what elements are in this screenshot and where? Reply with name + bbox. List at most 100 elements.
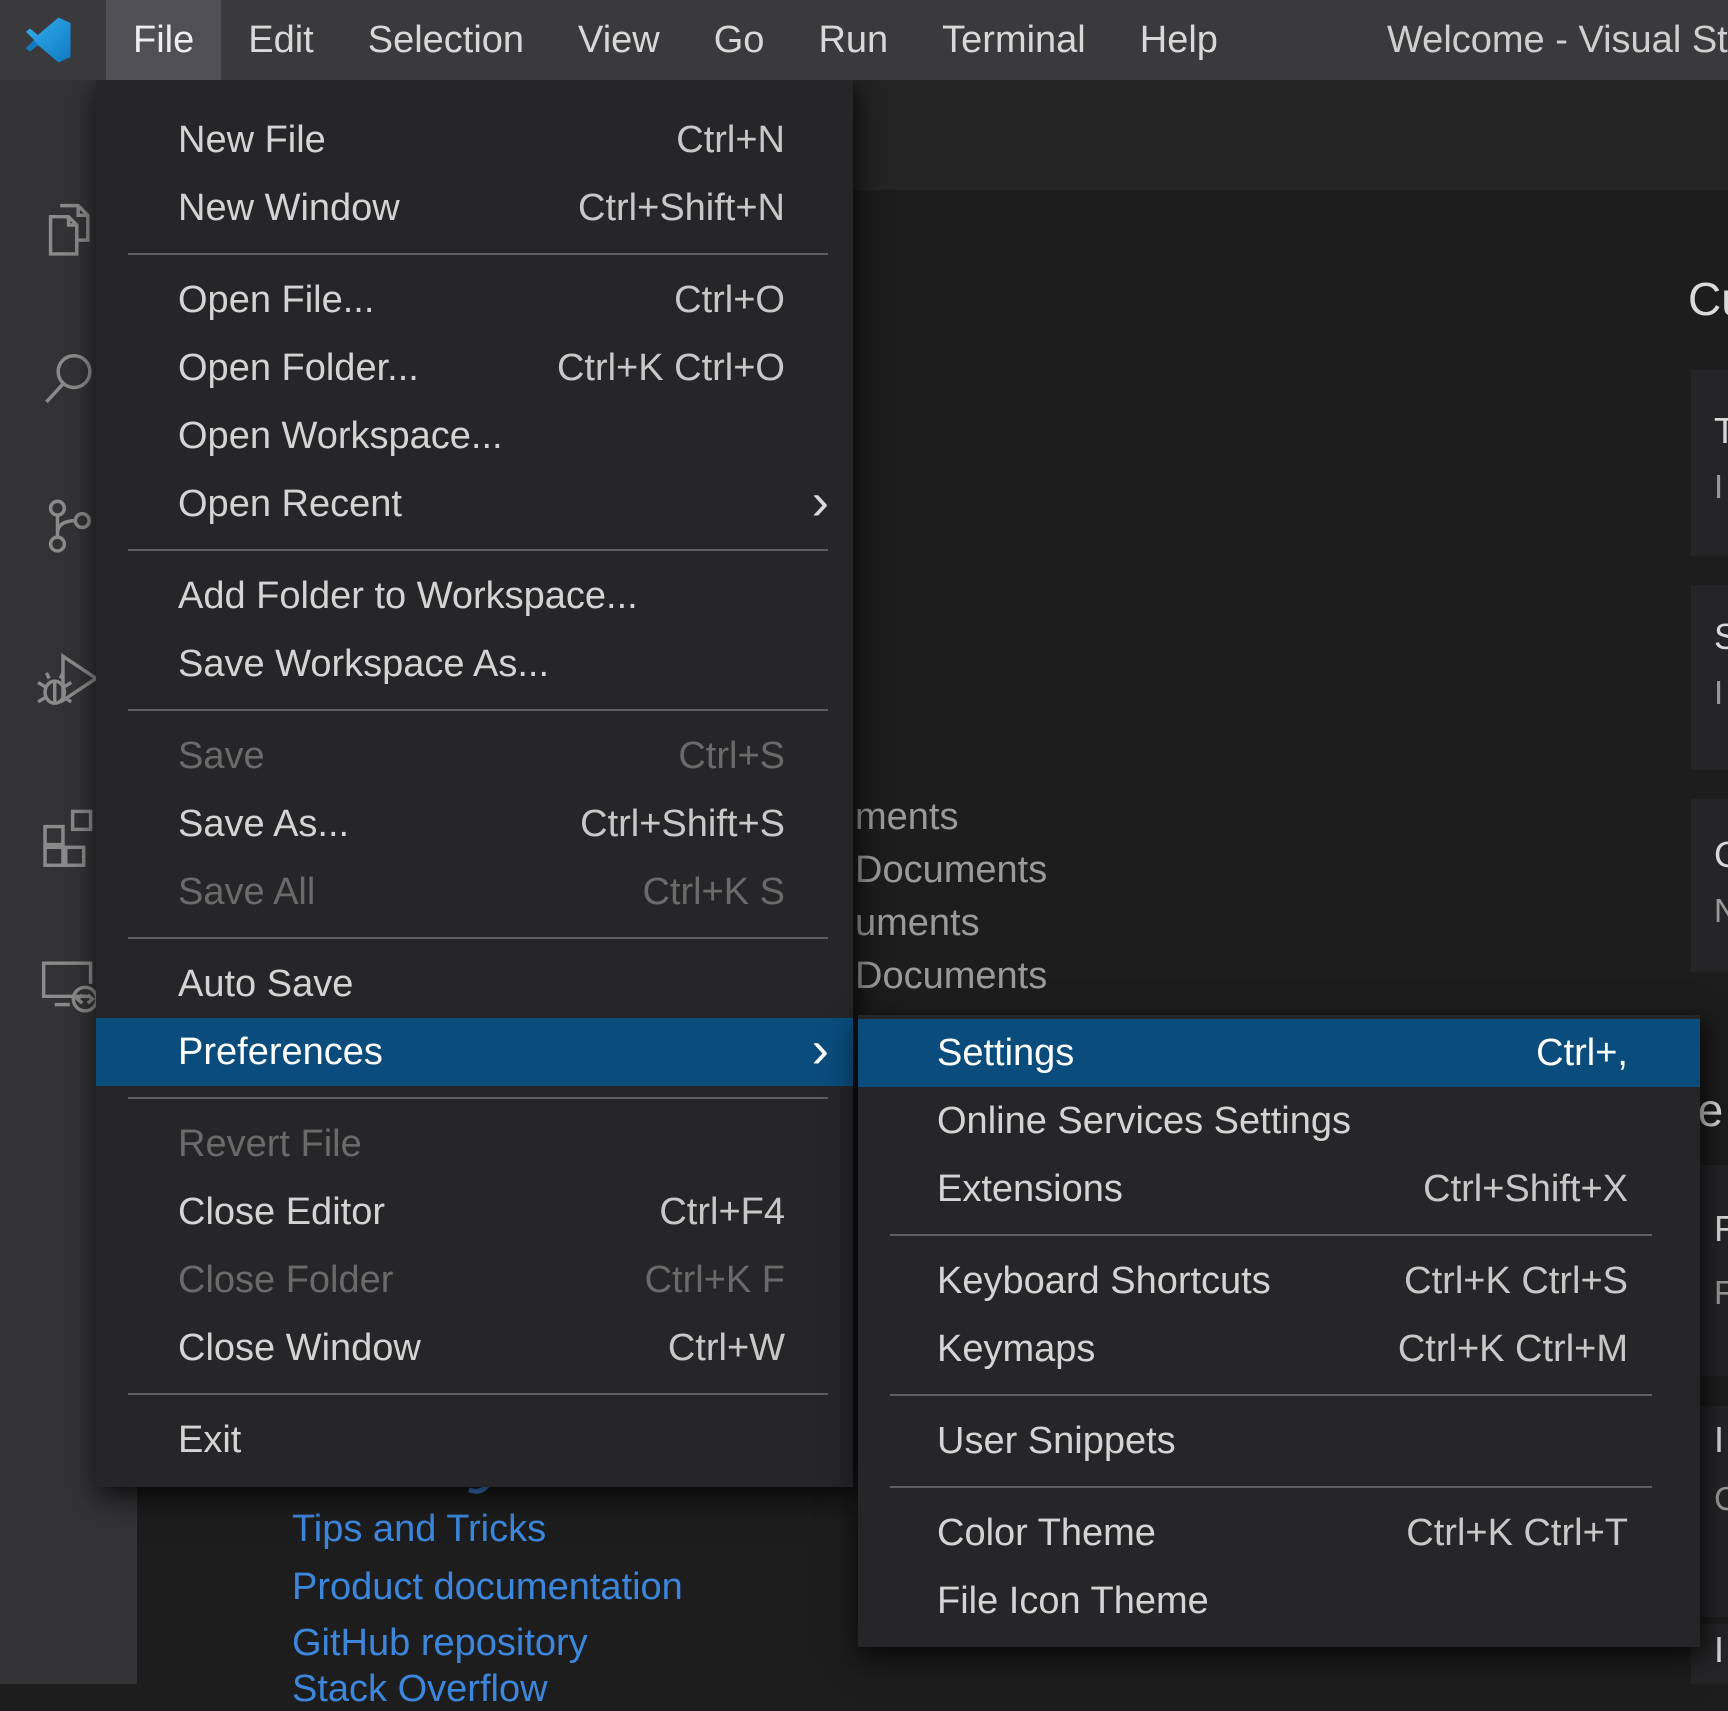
menu-item-label: Preferences [178, 1031, 383, 1074]
menubar-item-go[interactable]: Go [687, 0, 792, 80]
menu-item-label: Add Folder to Workspace... [178, 575, 638, 618]
menu-item-keyboard-shortcuts[interactable]: Keyboard Shortcuts Ctrl+K Ctrl+S [858, 1247, 1700, 1315]
menubar-item-terminal[interactable]: Terminal [915, 0, 1113, 80]
menu-item-label: Revert File [178, 1123, 362, 1166]
menu-item-keymaps[interactable]: KeymapsCtrl+K Ctrl+M [858, 1315, 1700, 1383]
menu-item-shortcut: Ctrl+, [1536, 1032, 1628, 1075]
menu-item-label: File Icon Theme [937, 1580, 1209, 1623]
menu-item-shortcut: Ctrl+K Ctrl+S [1404, 1260, 1628, 1303]
preferences-submenu: SettingsCtrl+, Online Services Settings Ex… [858, 1015, 1700, 1647]
menu-item-new-file[interactable]: New FileCtrl+N [96, 106, 853, 174]
link-tips-and-tricks[interactable]: Tips and Tricks [292, 1508, 546, 1551]
link-stack-overflow[interactable]: Stack Overflow [292, 1668, 548, 1711]
menu-item-user-snippets[interactable]: User Snippets [858, 1407, 1700, 1475]
submenu-chevron-icon: › [812, 1024, 829, 1076]
menu-item-save-as[interactable]: Save As...Ctrl+Shift+S [96, 790, 853, 858]
menu-item-open-recent[interactable]: Open Recent› [96, 470, 853, 538]
card-title-fragment: I [1714, 1419, 1724, 1461]
menu-item-label: Save All [178, 871, 315, 914]
menubar-item-file[interactable]: File [106, 0, 221, 80]
menu-item-open-folder[interactable]: Open Folder...Ctrl+K Ctrl+O [96, 334, 853, 402]
menu-item-open-workspace[interactable]: Open Workspace... [96, 402, 853, 470]
menubar-item-run[interactable]: Run [791, 0, 915, 80]
menu-item-label: Keymaps [937, 1328, 1095, 1371]
recent-entry-fragment: Documents [855, 849, 1047, 892]
card-title-fragment: T [1714, 410, 1728, 452]
menu-item-label: User Snippets [937, 1420, 1176, 1463]
welcome-card[interactable]: T I [1691, 370, 1728, 556]
source-control-icon[interactable] [34, 493, 103, 562]
menu-item-shortcut: Ctrl+K F [645, 1259, 785, 1302]
recent-entry-fragment: ments [855, 796, 958, 839]
menu-item-file-icon-theme[interactable]: File Icon Theme [858, 1567, 1700, 1635]
menu-item-label: New File [178, 119, 326, 162]
menu-item-label: Open Recent [178, 483, 402, 526]
menu-item-label: Online Services Settings [937, 1100, 1351, 1143]
link-product-documentation[interactable]: Product documentation [292, 1566, 683, 1609]
menubar-item-edit[interactable]: Edit [221, 0, 340, 80]
remote-explorer-icon[interactable] [34, 948, 103, 1017]
menu-item-label: Exit [178, 1419, 241, 1462]
menu-item-save-workspace-as[interactable]: Save Workspace As... [96, 630, 853, 698]
menu-item-preferences[interactable]: Preferences › [96, 1018, 853, 1086]
menu-item-close-window[interactable]: Close WindowCtrl+W [96, 1314, 853, 1382]
run-and-debug-icon[interactable] [34, 648, 103, 717]
menu-item-online-services-settings[interactable]: Online Services Settings [858, 1087, 1700, 1155]
menu-separator [858, 1223, 1700, 1247]
menu-item-new-window[interactable]: New WindowCtrl+Shift+N [96, 174, 853, 242]
menu-item-extensions[interactable]: ExtensionsCtrl+Shift+X [858, 1155, 1700, 1223]
card-desc-fragment: I [1714, 674, 1723, 712]
menu-item-settings[interactable]: SettingsCtrl+, [858, 1019, 1700, 1087]
menubar-item-selection[interactable]: Selection [341, 0, 551, 80]
menu-item-shortcut: Ctrl+K Ctrl+T [1406, 1512, 1628, 1555]
card-desc-fragment: N [1714, 892, 1728, 930]
menu-item-open-file[interactable]: Open File...Ctrl+O [96, 266, 853, 334]
menu-separator [96, 538, 853, 562]
vscode-logo-icon [25, 17, 71, 63]
menu-item-label: Close Editor [178, 1191, 385, 1234]
menu-item-shortcut: Ctrl+K Ctrl+O [557, 347, 785, 390]
menu-separator [858, 1475, 1700, 1499]
file-menu-dropdown: New FileCtrl+NNew WindowCtrl+Shift+N Open… [96, 80, 853, 1487]
search-icon[interactable] [34, 344, 103, 413]
menu-item-label: Keyboard Shortcuts [937, 1260, 1271, 1303]
welcome-card[interactable]: C N [1691, 799, 1728, 972]
card-desc-fragment: C [1714, 1480, 1728, 1518]
menu-item-shortcut: Ctrl+S [678, 735, 785, 778]
extensions-icon[interactable] [34, 799, 103, 868]
menu-separator [96, 698, 853, 722]
menu-separator [858, 1383, 1700, 1407]
menu-item-shortcut: Ctrl+Shift+S [580, 803, 785, 846]
menu-item-label: Close Folder [178, 1259, 393, 1302]
menu-item-label: Auto Save [178, 963, 353, 1006]
card-title-fragment: S [1714, 616, 1728, 658]
menu-item-exit[interactable]: Exit [96, 1406, 853, 1474]
menu-separator [96, 1086, 853, 1110]
menu-separator [96, 242, 853, 266]
explorer-icon[interactable] [34, 196, 103, 265]
menu-separator [96, 926, 853, 950]
card-title-fragment: C [1714, 834, 1728, 876]
menu-item-shortcut: Ctrl+Shift+X [1423, 1168, 1628, 1211]
menu-separator [96, 1382, 853, 1406]
menu-item-auto-save[interactable]: Auto Save [96, 950, 853, 1018]
menu-item-label: Open Workspace... [178, 415, 503, 458]
recent-entry-fragment: Documents [855, 955, 1047, 998]
recent-entry-fragment: uments [855, 902, 980, 945]
card-title-fragment: F [1714, 1208, 1728, 1250]
customize-heading-fragment: Cu [1688, 272, 1728, 326]
menu-item-close-editor[interactable]: Close EditorCtrl+F4 [96, 1178, 853, 1246]
menu-item-revert-file: Revert File [96, 1110, 853, 1178]
menu-item-label: Save [178, 735, 265, 778]
menu-item-label: Close Window [178, 1327, 421, 1370]
link-github-repository[interactable]: GitHub repository [292, 1622, 588, 1665]
menubar-item-help[interactable]: Help [1113, 0, 1245, 80]
window-title: Welcome - Visual Stud [1387, 0, 1728, 80]
menu-item-save: Save Ctrl+S [96, 722, 853, 790]
menu-item-shortcut: Ctrl+K S [642, 871, 785, 914]
menubar-item-view[interactable]: View [551, 0, 687, 80]
welcome-card[interactable]: S I [1691, 585, 1728, 770]
card-desc-fragment: I [1714, 468, 1723, 506]
menu-item-color-theme[interactable]: Color ThemeCtrl+K Ctrl+T [858, 1499, 1700, 1567]
menu-item-add-folder-to-workspace[interactable]: Add Folder to Workspace... [96, 562, 853, 630]
